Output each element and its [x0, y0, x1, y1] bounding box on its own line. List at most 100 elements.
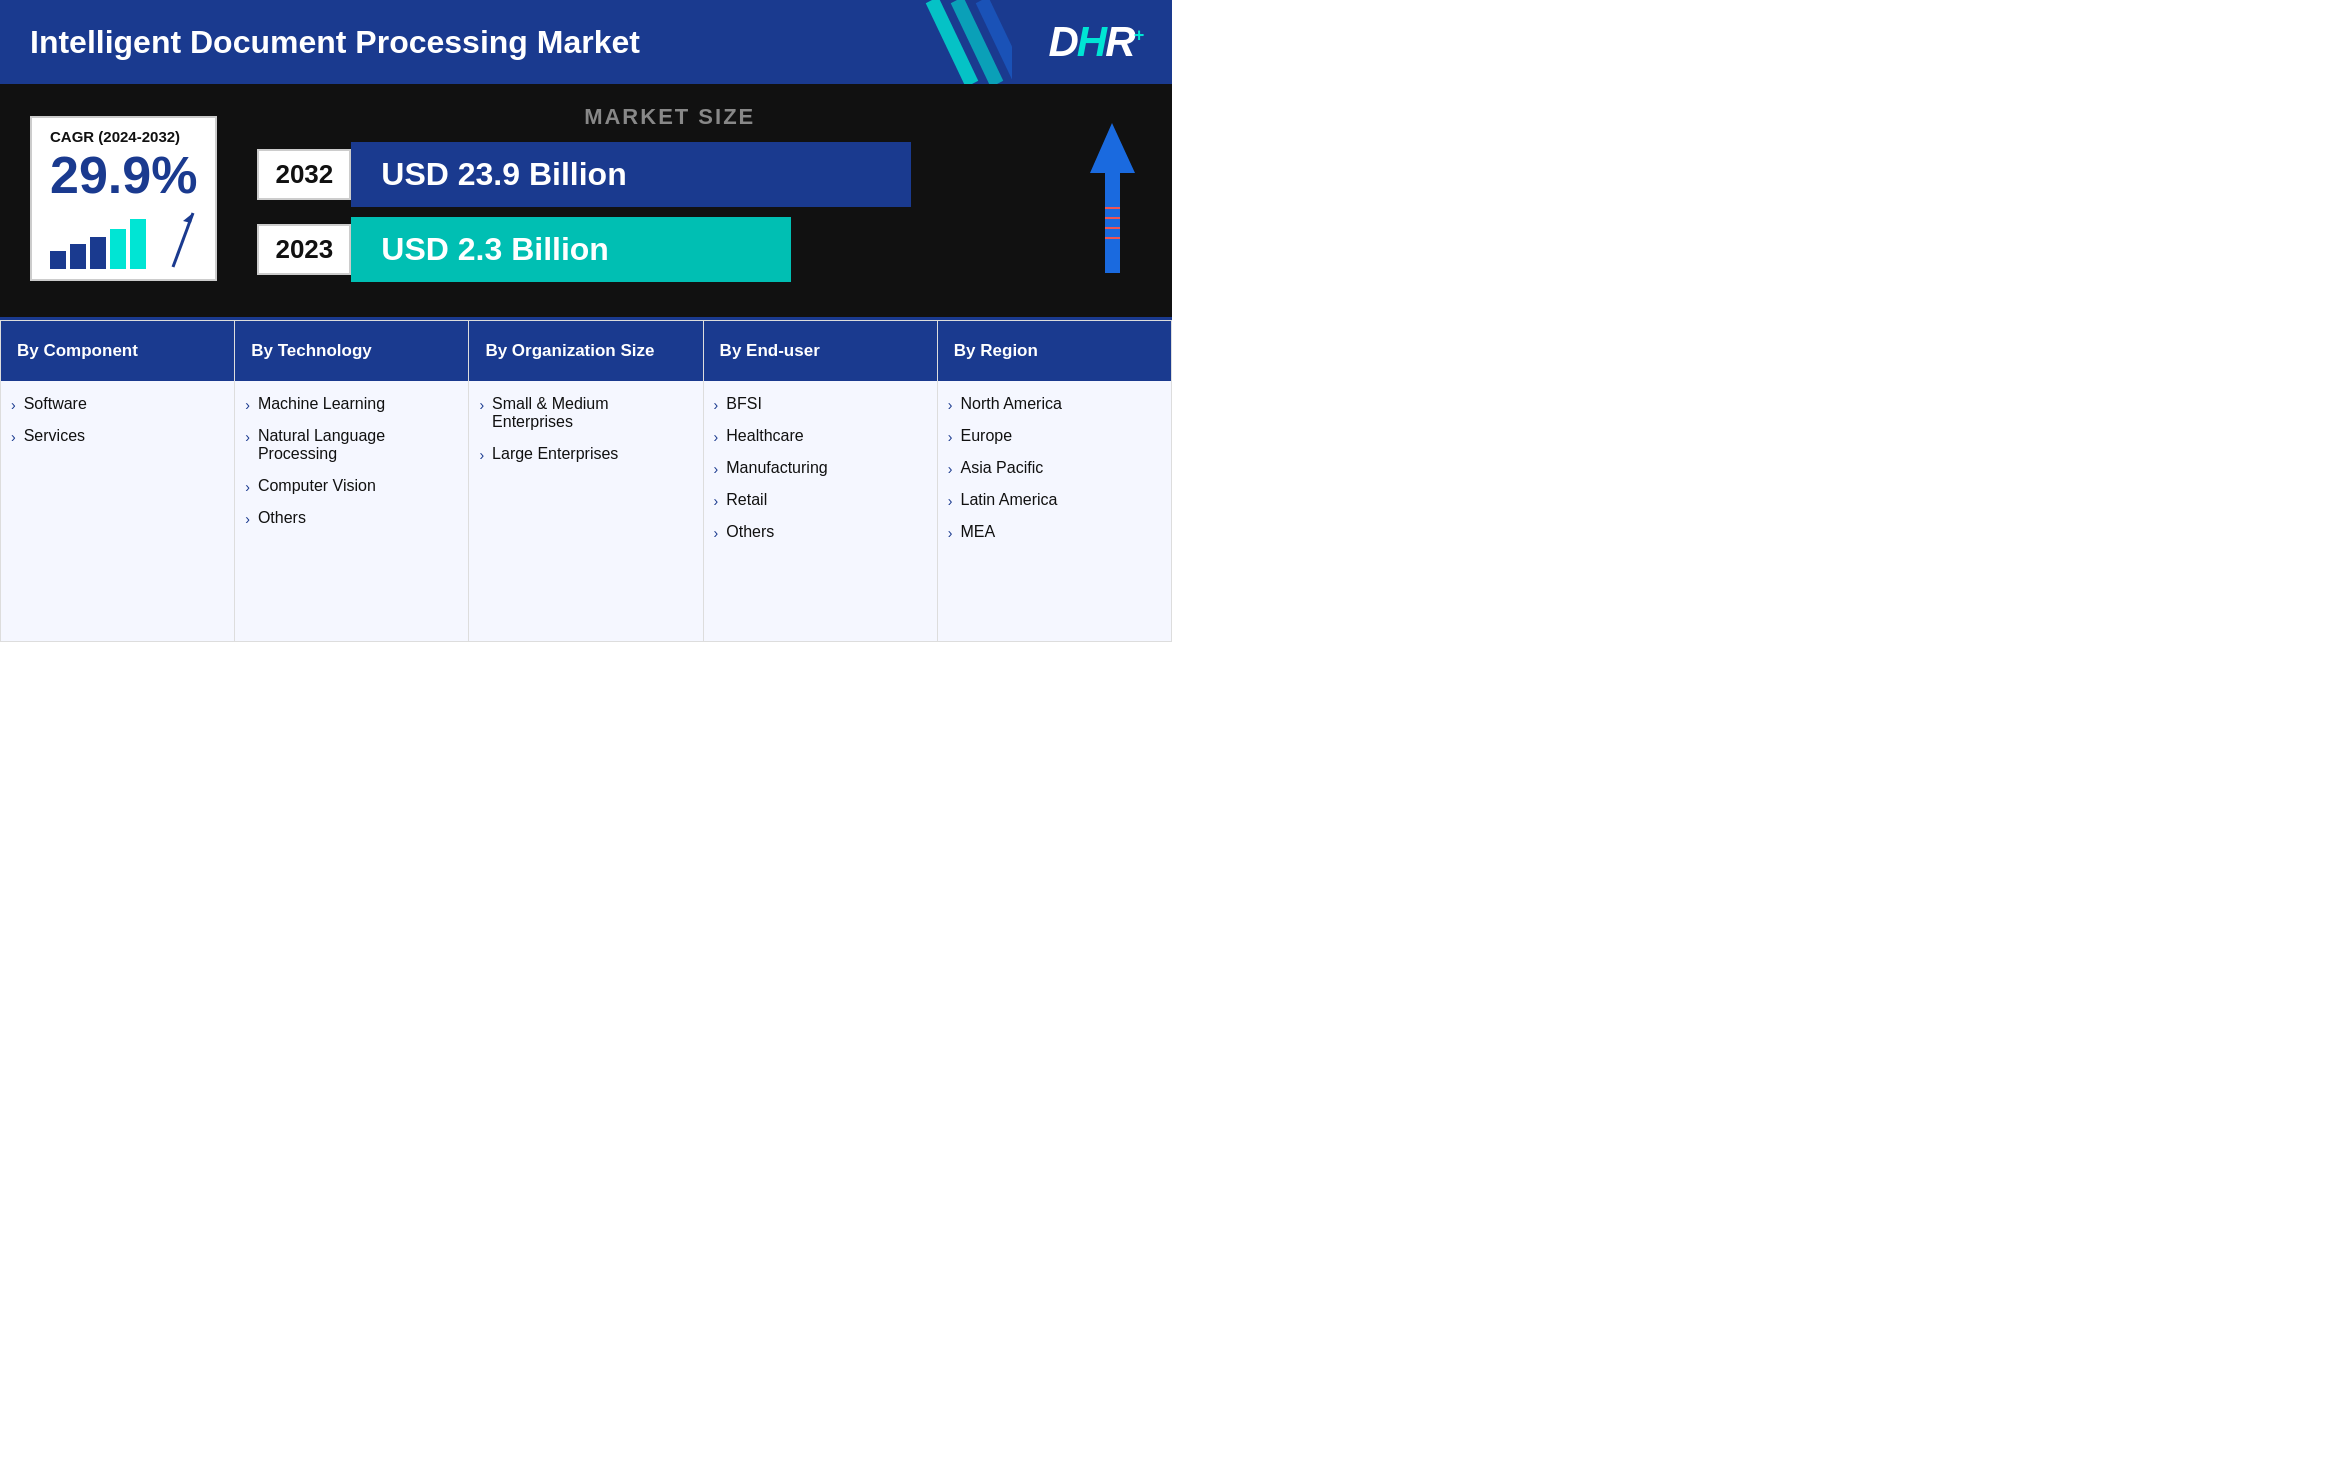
- col-end-user-items: › BFSI › Healthcare › Manufacturing › Re…: [704, 381, 937, 641]
- item-nlp: Natural Language Processing: [258, 427, 455, 463]
- svg-marker-4: [183, 213, 193, 223]
- col-region: By Region › North America › Europe › Asi…: [938, 321, 1171, 641]
- year-2023: 2023: [257, 224, 351, 275]
- col-component-header-text: By Component: [17, 341, 138, 361]
- header-decoration: [922, 0, 1012, 84]
- chevron-right-icon: ›: [948, 525, 953, 541]
- category-table: By Component › Software › Services By Te…: [0, 320, 1172, 642]
- item-north-america: North America: [960, 395, 1061, 413]
- col-component: By Component › Software › Services: [1, 321, 235, 641]
- list-item: › Manufacturing: [714, 459, 923, 477]
- chevron-right-icon: ›: [714, 493, 719, 509]
- item-others-eu: Others: [726, 523, 774, 541]
- col-end-user-header-text: By End-user: [720, 341, 820, 361]
- list-item: › Others: [245, 509, 454, 527]
- list-item: › MEA: [948, 523, 1157, 541]
- item-healthcare: Healthcare: [726, 427, 803, 445]
- page-header: Intelligent Document Processing Market D…: [0, 0, 1172, 84]
- col-technology-items: › Machine Learning › Natural Language Pr…: [235, 381, 468, 641]
- chevron-right-icon: ›: [11, 429, 16, 445]
- item-latin-america: Latin America: [960, 491, 1057, 509]
- col-component-items: › Software › Services: [1, 381, 234, 641]
- cagr-value: 29.9%: [50, 149, 197, 201]
- dhr-logo: DHR+: [1048, 18, 1142, 66]
- chevron-right-icon: ›: [714, 461, 719, 477]
- cagr-label: CAGR (2024-2032): [50, 128, 197, 145]
- item-large: Large Enterprises: [492, 445, 618, 463]
- big-arrow-area: [1082, 118, 1142, 278]
- chart-bar-3: [90, 237, 106, 269]
- item-others-tech: Others: [258, 509, 306, 527]
- cagr-chart: [50, 209, 197, 269]
- chevron-right-icon: ›: [714, 397, 719, 413]
- year-2032: 2032: [257, 149, 351, 200]
- list-item: › North America: [948, 395, 1157, 413]
- market-size-title: MARKET SIZE: [257, 104, 1082, 130]
- list-item: › Small & Medium Enterprises: [479, 395, 688, 431]
- col-technology-header: By Technology: [235, 321, 468, 381]
- chevron-right-icon: ›: [714, 429, 719, 445]
- value-2023: USD 2.3 Billion: [351, 217, 791, 282]
- col-end-user: By End-user › BFSI › Healthcare › Manufa…: [704, 321, 938, 641]
- list-item: › Latin America: [948, 491, 1157, 509]
- chevron-right-icon: ›: [245, 479, 250, 495]
- chevron-right-icon: ›: [245, 397, 250, 413]
- col-end-user-header: By End-user: [704, 321, 937, 381]
- col-region-header-text: By Region: [954, 341, 1038, 361]
- stats-section: CAGR (2024-2032) 29.9% MARKET SIZE 2032: [0, 84, 1172, 317]
- logo-area: DHR+: [1048, 18, 1142, 66]
- list-item: › Natural Language Processing: [245, 427, 454, 463]
- big-up-arrow-icon: [1085, 118, 1140, 278]
- col-region-header: By Region: [938, 321, 1171, 381]
- chevron-right-icon: ›: [948, 461, 953, 477]
- chevron-right-icon: ›: [479, 397, 484, 413]
- list-item: › Computer Vision: [245, 477, 454, 495]
- item-asia-pacific: Asia Pacific: [960, 459, 1043, 477]
- chevron-right-icon: ›: [948, 429, 953, 445]
- chevron-right-icon: ›: [714, 525, 719, 541]
- col-org-size-items: › Small & Medium Enterprises › Large Ent…: [469, 381, 702, 641]
- chevron-right-icon: ›: [948, 397, 953, 413]
- item-manufacturing: Manufacturing: [726, 459, 827, 477]
- page-title: Intelligent Document Processing Market: [30, 24, 640, 61]
- list-item: › Healthcare: [714, 427, 923, 445]
- market-row-2032: 2032 USD 23.9 Billion: [257, 142, 1082, 207]
- col-technology-header-text: By Technology: [251, 341, 372, 361]
- market-row-2023: 2023 USD 2.3 Billion: [257, 217, 1082, 282]
- chart-bar-5: [130, 219, 146, 269]
- item-cv: Computer Vision: [258, 477, 376, 495]
- col-component-header: By Component: [1, 321, 234, 381]
- list-item: › Large Enterprises: [479, 445, 688, 463]
- cagr-box: CAGR (2024-2032) 29.9%: [30, 116, 217, 281]
- chart-bar-2: [70, 244, 86, 269]
- item-sme: Small & Medium Enterprises: [492, 395, 689, 431]
- item-services: Services: [24, 427, 85, 445]
- item-bfsi: BFSI: [726, 395, 762, 413]
- market-size-area: MARKET SIZE 2032 USD 23.9 Billion 2023 U…: [217, 104, 1082, 292]
- list-item: › Europe: [948, 427, 1157, 445]
- chart-bar-4: [110, 229, 126, 269]
- list-item: › Retail: [714, 491, 923, 509]
- chevron-right-icon: ›: [948, 493, 953, 509]
- list-item: › Asia Pacific: [948, 459, 1157, 477]
- col-region-items: › North America › Europe › Asia Pacific …: [938, 381, 1171, 641]
- col-org-size-header: By Organization Size: [469, 321, 702, 381]
- list-item: › Machine Learning: [245, 395, 454, 413]
- list-item: › Others: [714, 523, 923, 541]
- value-2032: USD 23.9 Billion: [351, 142, 911, 207]
- svg-marker-5: [1090, 123, 1135, 273]
- chevron-right-icon: ›: [245, 429, 250, 445]
- list-item: › Services: [11, 427, 220, 445]
- chevron-right-icon: ›: [245, 511, 250, 527]
- item-europe: Europe: [960, 427, 1012, 445]
- chart-bar-1: [50, 251, 66, 269]
- item-software: Software: [24, 395, 87, 413]
- item-retail: Retail: [726, 491, 767, 509]
- chevron-right-icon: ›: [479, 447, 484, 463]
- item-mea: MEA: [960, 523, 995, 541]
- col-org-size-header-text: By Organization Size: [485, 341, 654, 361]
- chart-arrow-icon: [169, 209, 197, 269]
- item-ml: Machine Learning: [258, 395, 385, 413]
- list-item: › Software: [11, 395, 220, 413]
- list-item: › BFSI: [714, 395, 923, 413]
